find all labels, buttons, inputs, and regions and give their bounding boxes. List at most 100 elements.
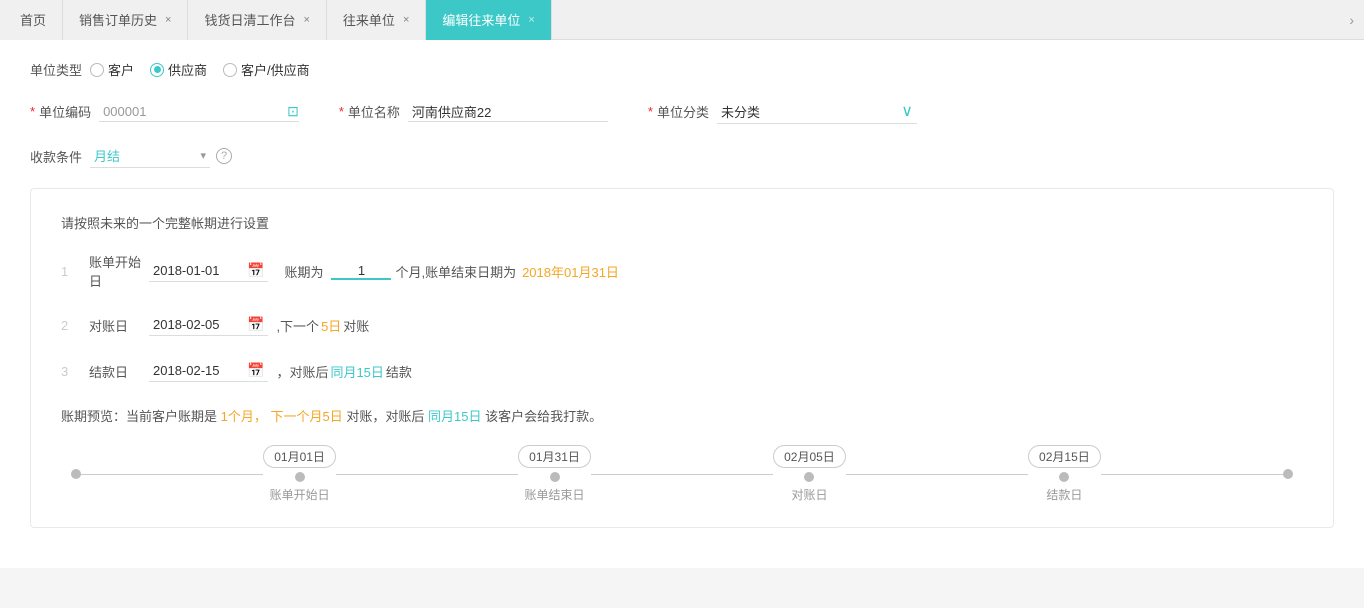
timeline-wrapper: 01月01日 账单开始日 01月31日 账单结束日 [61,445,1303,503]
tl-seg-4 [846,474,1028,475]
radio-supplier[interactable]: 供应商 [150,60,207,79]
tl-node-4: 02月15日 结款日 [1028,445,1101,503]
radio-circle-customer [90,63,104,77]
tl-badge-2: 01月31日 [518,445,591,468]
tl-node-2: 01月31日 账单结束日 [518,445,591,503]
copy-icon[interactable]: ⊡ [287,103,299,120]
unit-code-label: 单位编码 [39,102,91,121]
tab-home[interactable]: 首页 [0,0,63,40]
radio-circle-both [223,63,237,77]
tl-left-dot [71,469,81,479]
tab-close-icon[interactable]: × [165,14,171,26]
radio-customer[interactable]: 客户 [90,60,134,79]
preview-part1: 1个月， [221,409,267,424]
period-suffix-months: 个月,账单结束日期为 [395,262,516,281]
preview-section: 账期预览：当前客户账期是 1个月， 下一个月5日 对账，对账后 同月15日 该客… [61,406,1303,503]
card-title: 请按照未来的一个完整帐期进行设置 [61,213,1303,232]
period-num-2: 2 [61,318,81,333]
period-suffix-1: 账期为 [284,262,323,281]
tl-badge-4: 02月15日 [1028,445,1101,468]
tl-label-4: 结款日 [1046,486,1082,503]
unit-info-row: * 单位编码 ⊡ * 单位名称 * 单位分类 未分类 ∨ [30,99,1334,124]
tl-node-1: 01月01日 账单开始日 [263,445,336,503]
unit-name-label: 单位名称 [348,102,400,121]
period-row-3: 3 结款日 📅 ，对账后 同月15日 结款 [61,360,1303,382]
preview-text: 账期预览：当前客户账期是 1个月， 下一个月5日 对账，对账后 同月15日 该客… [61,406,1303,425]
required-star: * [339,104,344,119]
radio-both[interactable]: 客户/供应商 [223,60,310,79]
radio-circle-supplier [150,63,164,77]
unit-code-group: * 单位编码 ⊡ [30,102,299,122]
payment-terms-row: 收款条件 月结 ▾ ? [30,144,1334,168]
tl-seg-2 [336,474,518,475]
calendar-icon-2[interactable]: 📅 [247,316,264,333]
calendar-icon-1[interactable]: 📅 [247,262,264,279]
tl-right-dot [1283,469,1293,479]
period-suffix-2b: 对账 [343,316,369,335]
period-label-3: 结款日 [89,362,149,381]
unit-type-label: 单位类型 [30,60,82,79]
period-label-2: 对账日 [89,316,149,335]
tab-sales-history[interactable]: 销售订单历史 × [63,0,188,40]
payment-terms-label: 收款条件 [30,147,82,166]
help-icon[interactable]: ? [216,148,232,164]
period-suffix-3a: ，对账后 [276,362,328,381]
payment-terms-value: 月结 [94,146,196,165]
tab-edit-partner[interactable]: 编辑往来单位 × [426,0,551,40]
preview-label: 账期预览：当前客户账期是 [61,409,217,424]
required-star: * [648,104,653,119]
payment-day-highlight: 同月15日 [330,362,383,381]
tl-badge-1: 01月01日 [263,445,336,468]
preview-mid: 对账，对账后 [346,409,424,424]
calendar-icon-3[interactable]: 📅 [247,362,264,379]
tab-bar: 首页 销售订单历史 × 钱货日清工作台 × 往来单位 × 编辑往来单位 × › [0,0,1364,40]
unit-type-row: 单位类型 客户 供应商 客户/供应商 [30,60,1334,79]
payment-terms-group: 收款条件 月结 ▾ ? [30,144,232,168]
tl-label-1: 账单开始日 [270,486,330,503]
tab-close-icon[interactable]: × [303,14,309,26]
payment-terms-select[interactable]: 月结 ▾ [90,144,210,168]
tl-node-3: 02月05日 对账日 [773,445,846,503]
period-card: 请按照未来的一个完整帐期进行设置 1 账单开始日 📅 账期为 个月,账单结束日期… [30,188,1334,528]
unit-code-input-wrapper: ⊡ [99,102,299,122]
unit-category-value: 未分类 [721,102,893,121]
period-row-2: 2 对账日 📅 ,下一个 5日 对账 [61,314,1303,336]
tl-seg-1 [81,474,263,475]
required-star: * [30,104,35,119]
unit-name-group: * 单位名称 [339,102,608,122]
period-num-3: 3 [61,364,81,379]
unit-type-group: 单位类型 客户 供应商 客户/供应商 [30,60,310,79]
reconcile-date-input[interactable] [153,317,243,332]
timeline-row: 01月01日 账单开始日 01月31日 账单结束日 [71,445,1293,503]
tab-cash-work[interactable]: 钱货日清工作台 × [188,0,326,40]
tab-partner[interactable]: 往来单位 × [327,0,426,40]
unit-category-group: * 单位分类 未分类 ∨ [648,99,917,124]
radio-group: 客户 供应商 客户/供应商 [90,60,310,79]
tl-label-2: 账单结束日 [525,486,585,503]
unit-category-select[interactable]: 未分类 ∨ [717,99,917,124]
start-date-input-group: 📅 [149,260,268,282]
tab-close-icon[interactable]: × [403,14,409,26]
unit-name-input[interactable] [408,102,608,122]
tab-close-icon[interactable]: × [528,14,534,26]
preview-part2: 下一个月5日 [271,409,343,424]
tab-overflow-arrow[interactable]: › [1339,12,1364,28]
unit-code-input[interactable] [99,102,283,121]
preview-part3: 同月15日 [428,409,481,424]
tl-badge-3: 02月05日 [773,445,846,468]
period-row-1: 1 账单开始日 📅 账期为 个月,账单结束日期为 2018年01月31日 [61,252,1303,290]
payment-date-input[interactable] [153,363,243,378]
payment-date-input-group: 📅 [149,360,268,382]
main-content: 单位类型 客户 供应商 客户/供应商 * 单位编码 [0,40,1364,568]
period-num-input[interactable] [331,263,391,280]
select-arrow-icon: ▾ [200,149,206,162]
dropdown-arrow-icon: ∨ [901,101,913,121]
period-num-1: 1 [61,264,81,279]
reconcile-date-input-group: 📅 [149,314,268,336]
preview-end: 该客户会给我打款。 [485,409,602,424]
period-suffix-3b: 结款 [386,362,412,381]
period-suffix-2a: ,下一个 [276,316,319,335]
start-date-input[interactable] [153,263,243,278]
tl-dot-1 [295,472,305,482]
tl-seg-5 [1101,474,1283,475]
